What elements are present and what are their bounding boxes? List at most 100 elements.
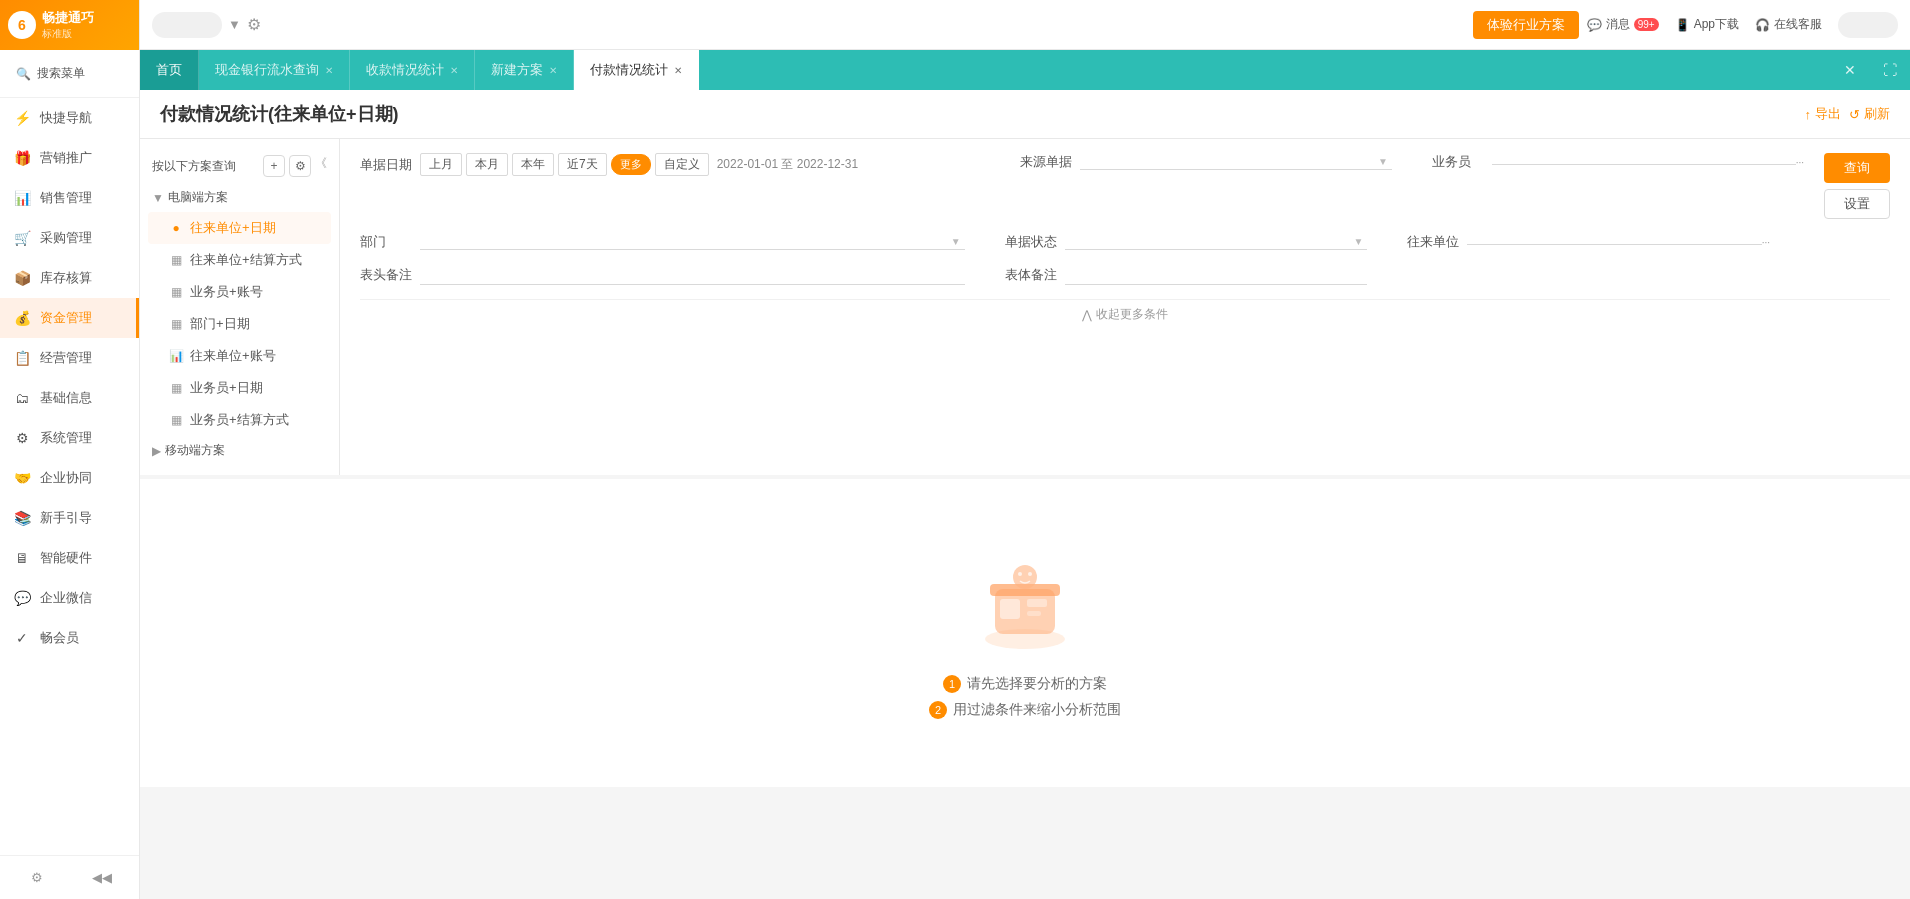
nav-label-quick-nav: 快捷导航 [40,109,92,127]
tab-close-pay-stats[interactable]: ✕ [674,65,682,76]
sidebar-item-marketing[interactable]: 🎁 营销推广 [0,138,139,178]
collapse-filter-label: 收起更多条件 [1096,306,1168,323]
sidebar-item-basic-info[interactable]: 🗂 基础信息 [0,378,139,418]
date-btn-4[interactable]: 更多 [611,154,651,175]
counterpart-select[interactable] [1467,240,1761,245]
nav-icon-operation: 📋 [12,348,32,368]
staff-select[interactable] [1492,160,1796,165]
body-note-input[interactable] [1065,265,1368,285]
messages-label: 消息 [1606,16,1630,33]
trial-btn[interactable]: 体验行业方案 [1473,11,1579,39]
export-btn[interactable]: ↑ 导出 [1805,105,1842,123]
company-dropdown-btn[interactable]: ▼ [228,17,241,32]
desktop-scheme-group-title[interactable]: ▼ 电脑端方案 [148,183,331,212]
scheme-item-dept-date[interactable]: ▦ 部门+日期 [148,308,331,340]
search-menu-label: 搜索菜单 [37,65,85,82]
source-doc-select[interactable]: ▼ [1080,154,1392,170]
collapse-filter-btn[interactable]: ⋀ 收起更多条件 [360,299,1890,329]
date-btn-0[interactable]: 上月 [420,153,462,176]
messages-btn[interactable]: 💬 消息 99+ [1587,16,1659,33]
date-btn-5[interactable]: 自定义 [655,153,709,176]
sidebar-item-guide[interactable]: 📚 新手引导 [0,498,139,538]
topbar: ▼ ⚙ 体验行业方案 💬 消息 99+ 📱 App下载 🎧 在线客服 [140,0,1910,50]
tab-close-cash-flow[interactable]: ✕ [325,65,333,76]
sidebar-item-purchase[interactable]: 🛒 采购管理 [0,218,139,258]
nav-icon-basic-info: 🗂 [12,388,32,408]
tab-close-payment-stats[interactable]: ✕ [450,65,458,76]
topbar-settings-icon[interactable]: ⚙ [247,15,261,34]
nav-icon-quick-nav: ⚡ [12,108,32,128]
nav-icon-guide: 📚 [12,508,32,528]
scheme-item-counterpart-settlement[interactable]: ▦ 往来单位+结算方式 [148,244,331,276]
tab-home[interactable]: 首页 [140,50,199,90]
sidebar-title: 畅捷通巧 [42,9,94,27]
dept-field: 部门 ▼ [360,233,965,251]
staff-more-btn[interactable]: ··· [1796,157,1804,168]
sidebar-item-quick-nav[interactable]: ⚡ 快捷导航 [0,98,139,138]
messages-badge: 99+ [1634,18,1659,31]
add-scheme-btn[interactable]: + [263,155,285,177]
sidebar-item-wechat[interactable]: 💬 企业微信 [0,578,139,618]
sidebar-item-system[interactable]: ⚙ 系统管理 [0,418,139,458]
staff-label: 业务员 [1432,153,1492,171]
dept-select[interactable]: ▼ [420,234,965,250]
sidebar-item-sales[interactable]: 📊 销售管理 [0,178,139,218]
sidebar-item-capital[interactable]: 💰 资金管理 [0,298,139,338]
query-btn[interactable]: 查询 [1824,153,1890,183]
header-note-input[interactable] [420,265,965,285]
scheme-label-dept-date: 部门+日期 [190,315,250,333]
tab-pay-stats[interactable]: 付款情况统计✕ [574,50,699,90]
sidebar-item-enterprise[interactable]: 🤝 企业协同 [0,458,139,498]
date-btn-3[interactable]: 近7天 [558,153,607,176]
sidebar-item-hardware[interactable]: 🖥 智能硬件 [0,538,139,578]
user-avatar[interactable] [1838,12,1898,38]
svg-point-7 [1018,572,1022,576]
nav-label-basic-info: 基础信息 [40,389,92,407]
tab-cash-flow[interactable]: 现金银行流水查询✕ [199,50,350,90]
sidebar-item-inventory[interactable]: 📦 库存核算 [0,258,139,298]
sidebar-search-section: 🔍 搜索菜单 [0,50,139,98]
app-download-btn[interactable]: 📱 App下载 [1675,16,1739,33]
scheme-icon-dept-date: ▦ [168,316,184,332]
refresh-icon: ↺ [1849,107,1860,122]
date-btn-2[interactable]: 本年 [512,153,554,176]
phone-icon: 📱 [1675,18,1690,32]
scheme-item-counterpart-account[interactable]: 📊 往来单位+账号 [148,340,331,372]
sidebar-item-operation[interactable]: 📋 经营管理 [0,338,139,378]
tab-new-scheme[interactable]: 新建方案✕ [475,50,574,90]
sidebar-item-member[interactable]: ✓ 畅会员 [0,618,139,658]
counterpart-more-btn[interactable]: ··· [1762,237,1770,248]
scheme-item-staff-settlement[interactable]: ▦ 业务员+结算方式 [148,404,331,436]
tab-payment-stats[interactable]: 收款情况统计✕ [350,50,475,90]
company-avatar [152,12,222,38]
mobile-scheme-group-title[interactable]: ▶ 移动端方案 [148,436,331,465]
collapse-sidebar-btn[interactable]: ◀◀ [74,864,132,891]
scheme-item-staff-account[interactable]: ▦ 业务员+账号 [148,276,331,308]
refresh-btn[interactable]: ↺ 刷新 [1849,105,1890,123]
collapse-scheme-btn[interactable]: 《 [315,155,327,177]
nav-label-system: 系统管理 [40,429,92,447]
manage-scheme-btn[interactable]: ⚙ [289,155,311,177]
topbar-right: 💬 消息 99+ 📱 App下载 🎧 在线客服 [1587,12,1898,38]
date-btn-1[interactable]: 本月 [466,153,508,176]
nav-label-marketing: 营销推广 [40,149,92,167]
maximize-btn[interactable]: ⛶ [1870,50,1910,90]
settings-btn[interactable]: 设置 [1824,189,1890,219]
search-menu-item[interactable]: 🔍 搜索菜单 [8,58,131,89]
filter-row-3: 表头备注 表体备注 [360,265,1890,285]
page-header-actions: ↑ 导出 ↺ 刷新 [1805,105,1891,123]
scheme-item-counterpart-date[interactable]: ● 往来单位+日期 [148,212,331,244]
tab-close-new-scheme[interactable]: ✕ [549,65,557,76]
message-icon: 💬 [1587,18,1602,32]
dept-arrow-icon: ▼ [951,236,961,247]
nav-label-capital: 资金管理 [40,309,92,327]
scheme-item-staff-date[interactable]: ▦ 业务员+日期 [148,372,331,404]
filter-row-2: 部门 ▼ 单据状态 ▼ [360,233,1890,251]
close-all-tabs-btn[interactable]: ✕ [1830,50,1870,90]
settings-footer-btn[interactable]: ⚙ [8,864,66,891]
nav-label-purchase: 采购管理 [40,229,92,247]
doc-status-select[interactable]: ▼ [1065,234,1368,250]
online-service-btn[interactable]: 🎧 在线客服 [1755,16,1822,33]
online-service-label: 在线客服 [1774,16,1822,33]
export-icon: ↑ [1805,107,1812,122]
